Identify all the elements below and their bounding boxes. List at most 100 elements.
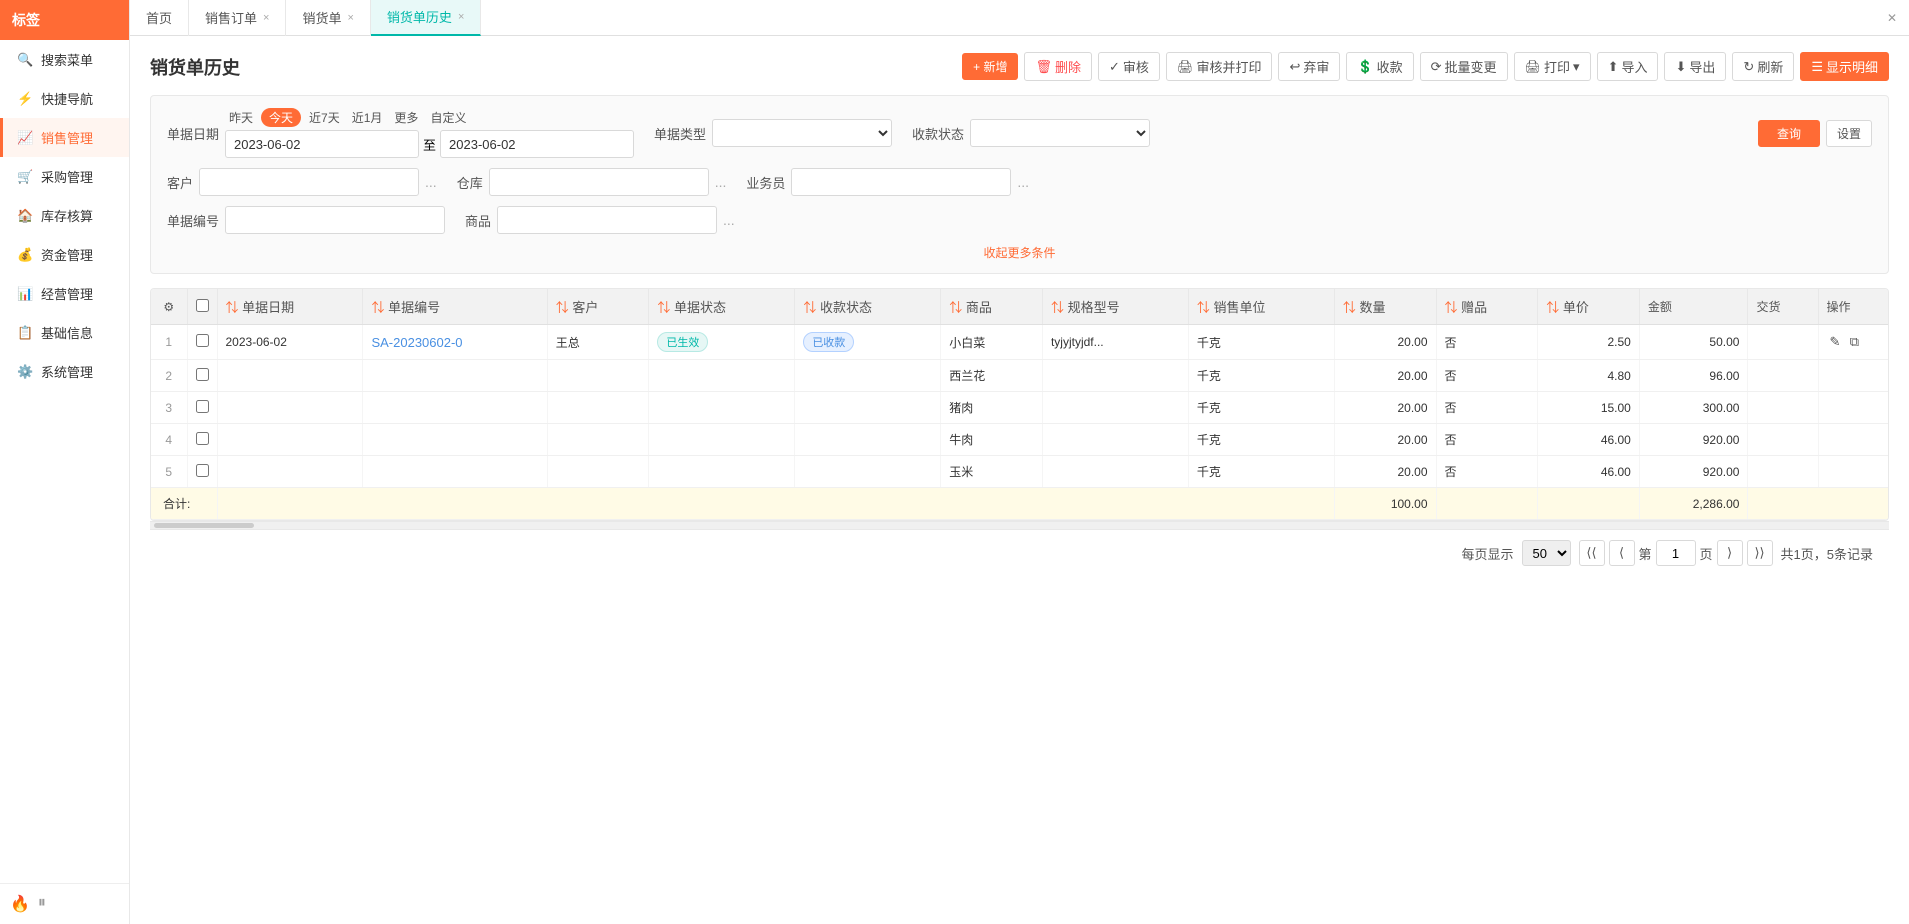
col-customer[interactable]: ⇅ 客户 — [547, 289, 649, 325]
row-select-checkbox[interactable] — [196, 334, 209, 347]
shortcut-custom[interactable]: 自定义 — [426, 108, 470, 127]
tab-sales-order-label: 销售订单 — [205, 8, 257, 27]
copy-button[interactable]: ⧉ — [1847, 333, 1862, 350]
edit-button[interactable]: ✎ — [1827, 333, 1844, 350]
product-dots[interactable]: ... — [723, 212, 735, 228]
show-detail-button[interactable]: ☰ 显示明细 — [1800, 52, 1889, 81]
filter-warehouse: 仓库 ... — [457, 168, 727, 196]
sidebar-item-operation-mgmt[interactable]: 📊 经营管理 — [0, 274, 129, 313]
customer-dots[interactable]: ... — [425, 174, 437, 190]
query-button[interactable]: 查询 — [1758, 120, 1820, 147]
list-icon: 📋 — [17, 325, 33, 341]
print-button[interactable]: 🖨 打印 ▾ — [1514, 52, 1591, 81]
row-spec: tyjyjtyjdf... — [1042, 325, 1188, 360]
row-select-checkbox[interactable] — [196, 432, 209, 445]
row-select-checkbox[interactable] — [196, 368, 209, 381]
select-all-checkbox[interactable] — [196, 299, 209, 312]
row-unit-price: 15.00 — [1538, 392, 1640, 424]
batch-change-button[interactable]: ⟳ 批量变更 — [1420, 52, 1508, 81]
shortcut-1month[interactable]: 近1月 — [348, 108, 387, 127]
audit-button[interactable]: ✓ 审核 — [1098, 52, 1160, 81]
row-select-checkbox[interactable] — [196, 400, 209, 413]
row-qty: 20.00 — [1334, 360, 1436, 392]
tab-sales-delivery-close[interactable]: × — [347, 12, 353, 24]
page-num-input[interactable] — [1656, 540, 1696, 566]
shortcut-yesterday[interactable]: 昨天 — [225, 108, 257, 127]
warehouse-dots[interactable]: ... — [715, 174, 727, 190]
sidebar-item-system-mgmt[interactable]: ⚙️ 系统管理 — [0, 352, 129, 391]
audit-print-button[interactable]: 🖨 审核并打印 — [1166, 52, 1273, 81]
sidebar-item-inventory[interactable]: 🏠 库存核算 — [0, 196, 129, 235]
doc-num-input[interactable] — [225, 206, 445, 234]
row-select-checkbox[interactable] — [196, 464, 209, 477]
row-num: 3 — [151, 392, 187, 424]
date-to-input[interactable] — [440, 130, 634, 158]
settings-filter-button[interactable]: 设置 — [1826, 120, 1872, 147]
col-product[interactable]: ⇅ 商品 — [941, 289, 1043, 325]
doc-type-select[interactable] — [712, 119, 892, 147]
col-doc-num[interactable]: ⇅ 单据编号 — [363, 289, 547, 325]
horizontal-scrollbar[interactable] — [150, 521, 1889, 529]
col-unit[interactable]: ⇅ 销售单位 — [1188, 289, 1334, 325]
refresh-button[interactable]: ↻ 刷新 — [1732, 52, 1794, 81]
filter-row-1: 单据日期 昨天 今天 近7天 近1月 更多 自定义 — [167, 108, 1872, 158]
shortcut-7days[interactable]: 近7天 — [305, 108, 344, 127]
tab-home[interactable]: 首页 — [130, 0, 189, 36]
warehouse-input[interactable] — [489, 168, 709, 196]
row-amount: 300.00 — [1639, 392, 1748, 424]
sidebar-item-search-menu[interactable]: 🔍 搜索菜单 — [0, 40, 129, 79]
tabs-close-all[interactable]: ✕ — [1875, 11, 1909, 25]
col-collect-status[interactable]: ⇅ 收款状态 — [795, 289, 941, 325]
col-spec[interactable]: ⇅ 规格型号 — [1042, 289, 1188, 325]
tab-sales-history[interactable]: 销货单历史 × — [371, 0, 481, 36]
customer-input[interactable] — [199, 168, 419, 196]
flash-icon: ⚡ — [17, 91, 33, 107]
fire-icon[interactable]: 🔥 — [10, 894, 30, 914]
sidebar-item-finance-mgmt[interactable]: 💰 资金管理 — [0, 235, 129, 274]
page-size-select[interactable]: 50 — [1522, 540, 1571, 566]
page-next-button[interactable]: ⟩ — [1717, 540, 1743, 566]
import-button[interactable]: ⬆ 导入 — [1597, 52, 1659, 81]
sidebar-item-basic-info[interactable]: 📋 基础信息 — [0, 313, 129, 352]
export-button[interactable]: ⬇ 导出 — [1664, 52, 1726, 81]
page-last-button[interactable]: ⟩⟩ — [1747, 540, 1773, 566]
doc-num-link[interactable]: SA-20230602-0 — [371, 335, 462, 350]
tab-sales-order-close[interactable]: × — [263, 12, 269, 24]
col-doc-date[interactable]: ⇅ 单据日期 — [217, 289, 363, 325]
row-transaction — [1748, 424, 1818, 456]
scroll-thumb[interactable] — [154, 523, 254, 528]
product-input[interactable] — [497, 206, 717, 234]
row-collect-status: 已收款 — [795, 325, 941, 360]
col-doc-status[interactable]: ⇅ 单据状态 — [649, 289, 795, 325]
collect-button[interactable]: 💲 收款 — [1346, 52, 1413, 81]
col-gift[interactable]: ⇅ 赠品 — [1436, 289, 1538, 325]
pause-icon[interactable]: ⏸ — [38, 894, 46, 914]
salesperson-input[interactable] — [791, 168, 1011, 196]
row-doc-date — [217, 392, 363, 424]
filter-row-3: 单据编号 商品 ... — [167, 206, 1872, 234]
tab-sales-order[interactable]: 销售订单 × — [189, 0, 286, 36]
salesperson-dots[interactable]: ... — [1017, 174, 1029, 190]
page-first-button[interactable]: ⟨⟨ — [1579, 540, 1605, 566]
collapse-btn[interactable]: 收起更多条件 — [983, 246, 1055, 260]
money-icon: 💰 — [17, 247, 33, 263]
filter-area: 单据日期 昨天 今天 近7天 近1月 更多 自定义 — [150, 95, 1889, 274]
col-qty[interactable]: ⇅ 数量 — [1334, 289, 1436, 325]
col-unit-price[interactable]: ⇅ 单价 — [1538, 289, 1640, 325]
shortcut-more[interactable]: 更多 — [390, 108, 422, 127]
audit-print-icon: 🖨 — [1177, 59, 1194, 75]
tab-sales-history-close[interactable]: × — [458, 11, 464, 23]
abandon-button[interactable]: ↩ 弃审 — [1278, 52, 1340, 81]
new-button[interactable]: + 新增 — [962, 53, 1018, 80]
date-from-input[interactable] — [225, 130, 419, 158]
sidebar-item-sales-mgmt[interactable]: 📈 销售管理 — [0, 118, 129, 157]
row-gift: 否 — [1436, 392, 1538, 424]
tab-sales-delivery[interactable]: 销货单 × — [286, 0, 370, 36]
page-prev-button[interactable]: ⟨ — [1609, 540, 1635, 566]
col-settings[interactable]: ⚙ — [151, 289, 187, 325]
delete-button[interactable]: 🗑 删除 — [1024, 52, 1092, 81]
shortcut-today[interactable]: 今天 — [261, 108, 301, 127]
collect-status-select[interactable] — [970, 119, 1150, 147]
sidebar-item-purchase-mgmt[interactable]: 🛒 采购管理 — [0, 157, 129, 196]
sidebar-item-quick-nav[interactable]: ⚡ 快捷导航 — [0, 79, 129, 118]
